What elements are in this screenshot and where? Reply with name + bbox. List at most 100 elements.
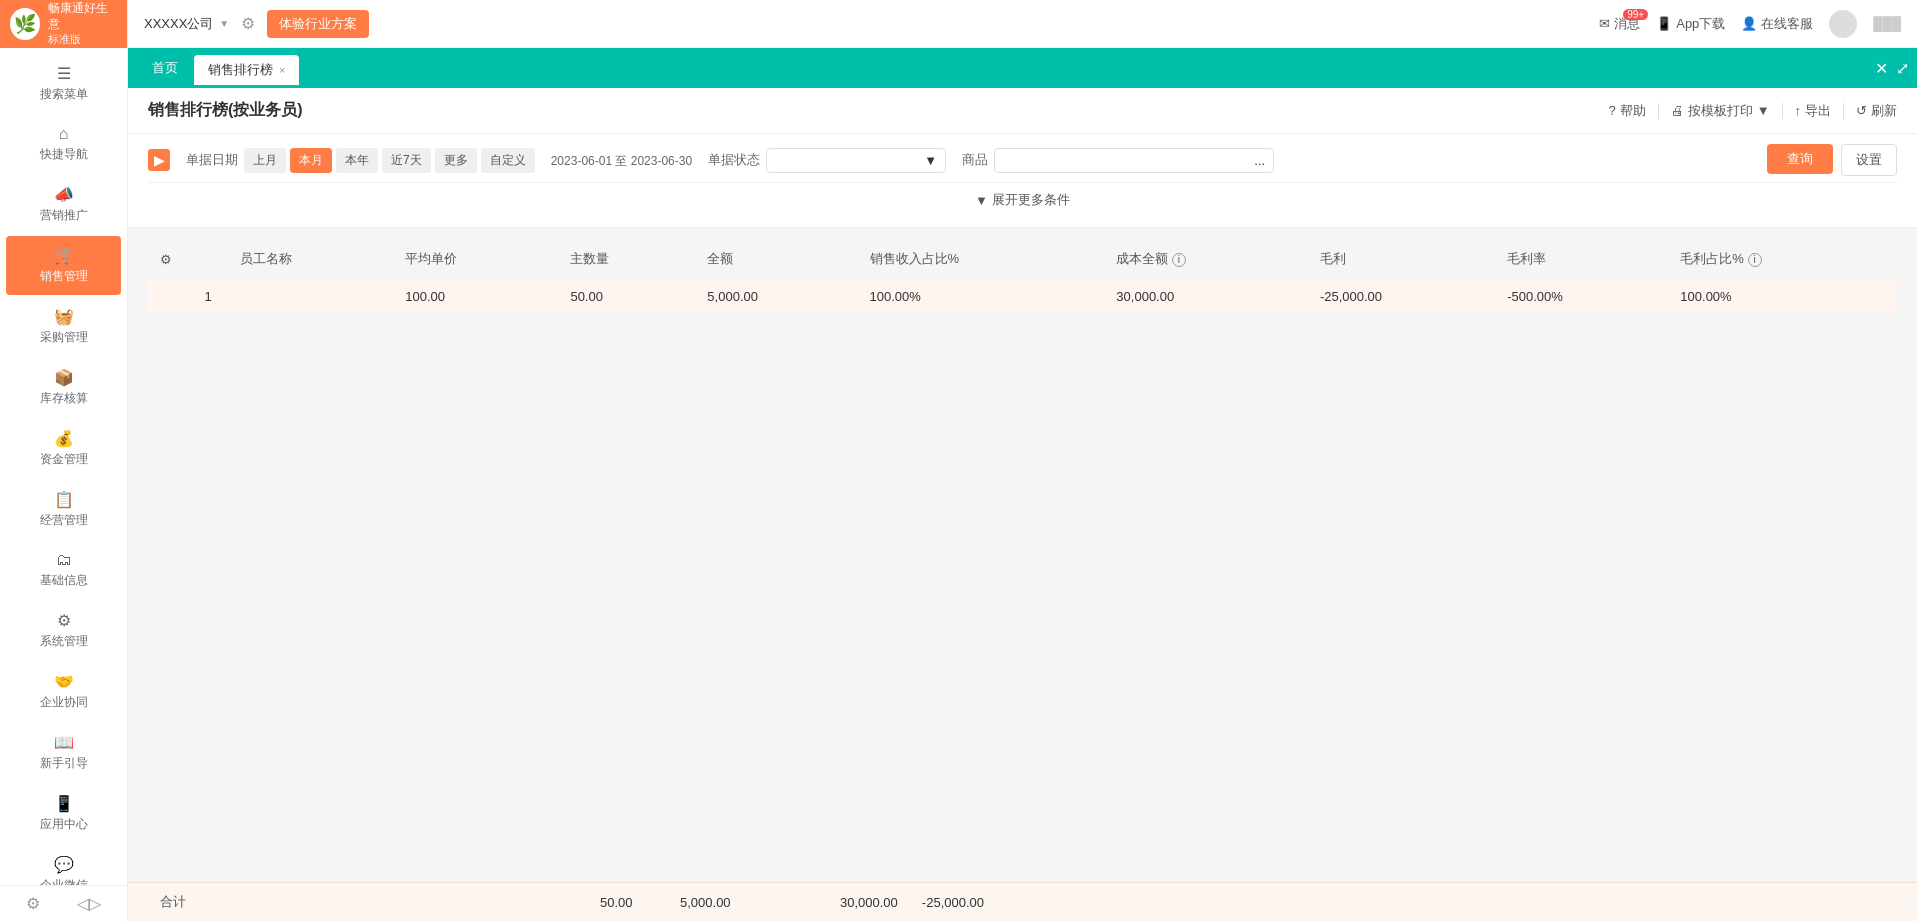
user-avatar[interactable] <box>1829 10 1857 38</box>
help-button[interactable]: ? 帮助 <box>1608 102 1645 120</box>
th-gross: 毛利 <box>1308 240 1495 279</box>
status-select[interactable]: ▼ <box>766 148 946 173</box>
message-button[interactable]: ✉ 消息 99+ <box>1599 15 1640 33</box>
online-service-button[interactable]: 👤 在线客服 <box>1741 15 1813 33</box>
company-settings-icon[interactable]: ⚙ <box>241 14 255 33</box>
date-btn-current-year[interactable]: 本年 <box>336 148 378 173</box>
marketing-icon: 📣 <box>54 185 74 204</box>
sidebar-item-search[interactable]: ☰ 搜索菜单 <box>6 54 121 113</box>
management-icon: 📋 <box>54 490 74 509</box>
company-selector[interactable]: XXXXX公司 ▼ <box>144 15 229 33</box>
sidebar-settings-btn[interactable]: ⚙ <box>26 894 40 913</box>
footer-label: 合计 <box>148 893 228 911</box>
date-range-display: 2023-06-01 至 2023-06-30 <box>551 153 692 170</box>
tab-home[interactable]: 首页 <box>136 53 194 83</box>
sidebar-item-app[interactable]: 📱 应用中心 <box>6 784 121 843</box>
date-buttons: 上月 本月 本年 近7天 更多 自定义 <box>244 148 535 173</box>
message-badge: 99+ <box>1623 9 1648 20</box>
th-qty: 主数量 <box>558 240 695 279</box>
date-btn-current-month[interactable]: 本月 <box>290 148 332 173</box>
date-btn-7days[interactable]: 近7天 <box>382 148 431 173</box>
date-btn-more[interactable]: 更多 <box>435 148 477 173</box>
export-button[interactable]: ↑ 导出 <box>1795 102 1832 120</box>
goods-filter: 商品 ... <box>962 148 1274 173</box>
username[interactable]: ███ <box>1873 16 1901 31</box>
filter-expand-arrow[interactable]: ▶ <box>148 149 170 171</box>
date-range-item: 2023-06-01 至 2023-06-30 <box>551 151 692 170</box>
footer-amount: 5,000.00 <box>668 895 748 910</box>
date-filter: 单据日期 上月 本月 本年 近7天 更多 自定义 <box>186 148 535 173</box>
footer-cost: 30,000.00 <box>828 895 910 910</box>
sidebar-item-marketing[interactable]: 📣 营销推广 <box>6 175 121 234</box>
sidebar-item-label: 资金管理 <box>40 451 88 468</box>
trial-button[interactable]: 体验行业方案 <box>267 10 369 38</box>
expand-more-row: ▼ 展开更多条件 <box>148 182 1897 217</box>
main-content: 销售排行榜(按业务员) ? 帮助 🖨 按模板打印 ▼ ↑ 导出 ↺ 刷新 <box>128 88 1917 921</box>
page-header: 销售排行榜(按业务员) ? 帮助 🖨 按模板打印 ▼ ↑ 导出 ↺ 刷新 <box>128 88 1917 134</box>
divider3 <box>1843 103 1844 119</box>
sidebar-item-sales[interactable]: 🛒 销售管理 <box>6 236 121 295</box>
query-button[interactable]: 查询 <box>1767 144 1833 174</box>
guide-icon: 📖 <box>54 733 74 752</box>
sidebar-item-label: 应用中心 <box>40 816 88 833</box>
sidebar-item-wechat[interactable]: 💬 企业微信 <box>6 845 121 885</box>
app-download-button[interactable]: 📱 App下载 <box>1656 15 1725 33</box>
data-table: ⚙ 员工名称 平均单价 主数量 全额 销售收入占比% 成本全额 i 毛利 毛利率… <box>148 240 1897 315</box>
page-title: 销售排行榜(按业务员) <box>148 100 303 121</box>
goods-select[interactable]: ... <box>994 148 1274 173</box>
tab-close-icon[interactable]: × <box>279 64 285 76</box>
sidebar-item-guide[interactable]: 📖 新手引导 <box>6 723 121 782</box>
company-name: XXXXX公司 <box>144 15 213 33</box>
divider <box>1658 103 1659 119</box>
home-icon: ⌂ <box>59 125 69 143</box>
date-btn-custom[interactable]: 自定义 <box>481 148 535 173</box>
sales-icon: 🛒 <box>54 246 74 265</box>
logo-icon: 🌿 <box>10 8 40 40</box>
status-select-arrow: ▼ <box>924 153 937 168</box>
sidebar-item-finance[interactable]: 💰 资金管理 <box>6 419 121 478</box>
sidebar-item-basic[interactable]: 🗂 基础信息 <box>6 541 121 599</box>
export-icon: ↑ <box>1795 103 1802 118</box>
sidebar-item-label: 系统管理 <box>40 633 88 650</box>
gross-pct-info-icon[interactable]: i <box>1748 253 1762 267</box>
app-icon: 📱 <box>54 794 74 813</box>
sidebar-item-enterprise[interactable]: 🤝 企业协同 <box>6 662 121 721</box>
tab-active[interactable]: 销售排行榜 × <box>194 55 299 85</box>
table-header-row: ⚙ 员工名称 平均单价 主数量 全额 销售收入占比% 成本全额 i 毛利 毛利率… <box>148 240 1897 279</box>
cell-qty: 50.00 <box>558 279 695 315</box>
sidebar-item-system[interactable]: ⚙ 系统管理 <box>6 601 121 660</box>
sidebar-item-management[interactable]: 📋 经营管理 <box>6 480 121 539</box>
date-btn-prev-month[interactable]: 上月 <box>244 148 286 173</box>
sidebar-item-quick[interactable]: ⌂ 快捷导航 <box>6 115 121 173</box>
cell-avg-price: 100.00 <box>393 279 558 315</box>
sidebar-item-label: 搜索菜单 <box>40 86 88 103</box>
settings-side-button[interactable]: 设置 <box>1841 144 1897 176</box>
tab-bar-right: ✕ ⤢ <box>1875 59 1909 78</box>
expand-more-button[interactable]: ▼ 展开更多条件 <box>963 187 1082 213</box>
table-row: 1 100.00 50.00 5,000.00 100.00% 30,000.0… <box>148 279 1897 315</box>
sidebar-item-inventory[interactable]: 📦 库存核算 <box>6 358 121 417</box>
finance-icon: 💰 <box>54 429 74 448</box>
table-area: ⚙ 员工名称 平均单价 主数量 全额 销售收入占比% 成本全额 i 毛利 毛利率… <box>128 228 1917 921</box>
tab-close-all-icon[interactable]: ✕ <box>1875 59 1888 78</box>
sidebar-item-label: 库存核算 <box>40 390 88 407</box>
tab-restore-icon[interactable]: ⤢ <box>1896 59 1909 78</box>
goods-more-icon: ... <box>1254 153 1265 168</box>
cost-info-icon[interactable]: i <box>1172 253 1186 267</box>
expand-more-label: 展开更多条件 <box>992 191 1070 209</box>
refresh-button[interactable]: ↺ 刷新 <box>1856 102 1897 120</box>
status-label: 单据状态 <box>708 151 760 169</box>
sidebar-item-label: 采购管理 <box>40 329 88 346</box>
sidebar-item-label: 营销推广 <box>40 207 88 224</box>
th-rank <box>188 240 228 279</box>
sidebar-nav: ☰ 搜索菜单 ⌂ 快捷导航 📣 营销推广 🛒 销售管理 🧺 采购管理 📦 库存核… <box>0 48 127 885</box>
sidebar-item-purchase[interactable]: 🧺 采购管理 <box>6 297 121 356</box>
status-filter: 单据状态 ▼ <box>708 148 946 173</box>
th-gross-rate: 毛利率 <box>1495 240 1668 279</box>
sidebar-item-label: 企业协同 <box>40 694 88 711</box>
print-button[interactable]: 🖨 按模板打印 ▼ <box>1671 102 1770 120</box>
enterprise-icon: 🤝 <box>54 672 74 691</box>
goods-label: 商品 <box>962 151 988 169</box>
sidebar-collapse-btn[interactable]: ◁▷ <box>77 894 101 913</box>
th-settings[interactable]: ⚙ <box>148 240 188 279</box>
